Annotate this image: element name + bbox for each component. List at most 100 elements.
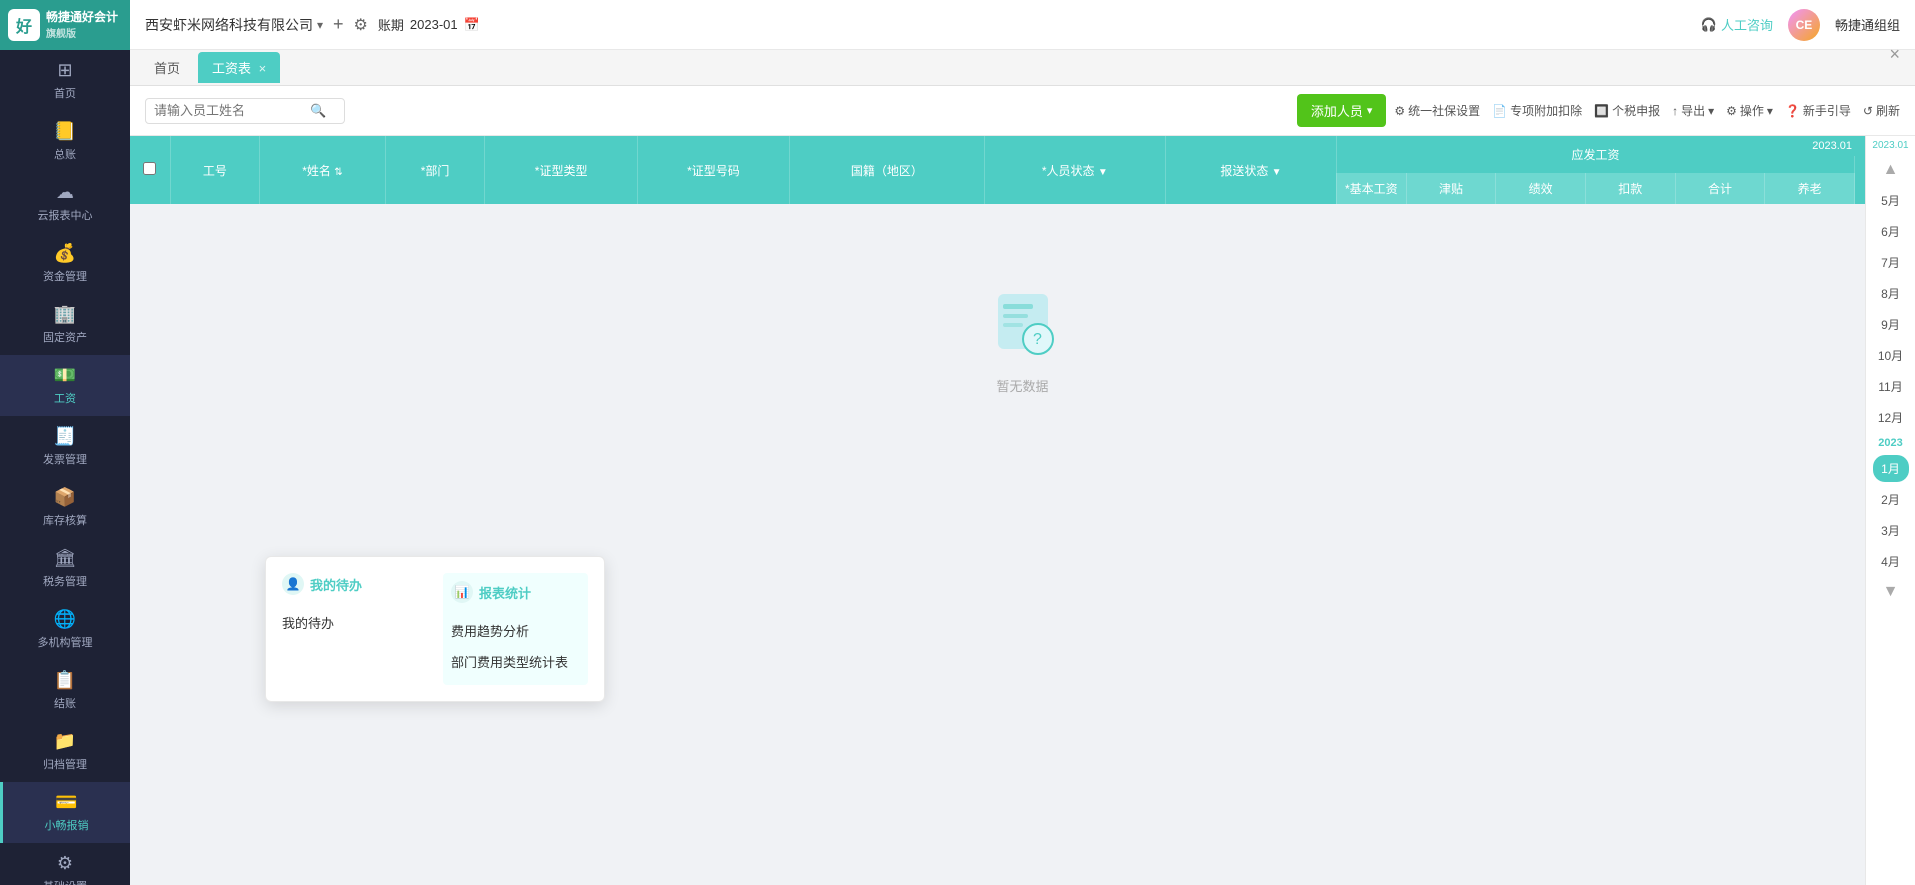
table-header-row: 工号 *姓名 ⇅ *部门 *证型类型 *证型号码 — [130, 136, 1915, 173]
popup-menu-item-cost-trend[interactable]: 费用趋势分析 — [451, 615, 580, 646]
search-input[interactable] — [154, 103, 304, 118]
add-people-dropdown-icon: ▾ — [1367, 104, 1373, 117]
sidebar-item-inventory[interactable]: 📦 库存核算 — [0, 477, 130, 538]
sidebar-item-fixed-assets[interactable]: 🏢 固定资产 — [0, 294, 130, 355]
topbar-add-button[interactable]: + — [333, 14, 344, 35]
topbar-settings-button[interactable]: ⚙ — [354, 15, 368, 35]
col-nationality: 国籍（地区） — [790, 136, 985, 204]
date-month-11[interactable]: 11月 — [1866, 371, 1915, 402]
sidebar-label-closing: 结账 — [54, 695, 76, 711]
todo-icon: 👤 — [282, 573, 304, 595]
action-label-special-deduction: 专项附加扣除 — [1510, 102, 1582, 119]
sidebar-nav: ⊞ 首页 📒 总账 ☁ 云报表中心 💰 资金管理 🏢 固定资产 💵 工资 🧾 发… — [0, 50, 130, 885]
action-new-guide[interactable]: ❓ 新手引导 — [1785, 102, 1851, 119]
sidebar-item-cloud-report[interactable]: ☁ 云报表中心 — [0, 172, 130, 233]
logo-icon: 好 — [8, 9, 40, 41]
popup-menu-grid: 👤 我的待办 我的待办 📊 报表统计 费用趋势分析 部门费用类型统计表 — [282, 573, 588, 685]
sidebar-label-xiaochang: 小畅报销 — [45, 817, 89, 833]
report-filter-icon[interactable]: ▼ — [1272, 167, 1282, 178]
sidebar-item-closing[interactable]: 📋 结账 — [0, 660, 130, 721]
company-selector[interactable]: 西安虾米网络科技有限公司 ▾ — [145, 15, 323, 35]
action-label-individual-tax: 个税申报 — [1612, 102, 1660, 119]
avatar-text: CE — [1796, 18, 1813, 32]
company-name: 西安虾米网络科技有限公司 — [145, 15, 313, 35]
sidebar-label-salary: 工资 — [54, 390, 76, 406]
tabbar: 首页 工资表 × × — [130, 50, 1915, 86]
refresh-icon: ↺ — [1863, 104, 1873, 118]
window-close-button[interactable]: × — [1889, 44, 1900, 65]
invoice-icon: 🧾 — [54, 426, 76, 447]
sidebar-item-multi-org[interactable]: 🌐 多机构管理 — [0, 599, 130, 660]
main-area: 西安虾米网络科技有限公司 ▾ + ⚙ 账期 2023-01 📅 🎧 人工咨询 C… — [130, 0, 1915, 885]
tab-salary[interactable]: 工资表 × — [198, 52, 280, 83]
popup-section-2-title: 📊 报表统计 — [451, 581, 580, 603]
popup-menu-item-todo[interactable]: 我的待办 — [282, 607, 427, 638]
select-all-checkbox[interactable] — [143, 162, 156, 175]
closing-icon: 📋 — [54, 670, 76, 691]
sidebar-item-general-ledger[interactable]: 📒 总账 — [0, 111, 130, 172]
filter-icon[interactable]: ▼ — [1098, 167, 1108, 178]
sidebar-label-multi-org: 多机构管理 — [38, 634, 93, 650]
date-month-7[interactable]: 7月 — [1866, 247, 1915, 278]
action-operation[interactable]: ⚙ 操作 ▾ — [1726, 102, 1773, 119]
add-people-button[interactable]: 添加人员 ▾ — [1297, 94, 1387, 127]
date-month-8[interactable]: 8月 — [1866, 278, 1915, 309]
action-export[interactable]: ↑ 导出 ▾ — [1672, 102, 1714, 119]
date-month-2[interactable]: 2月 — [1866, 484, 1915, 515]
sidebar-label-inventory: 库存核算 — [43, 512, 87, 528]
empty-icon: ? — [983, 284, 1063, 364]
sidebar-label-home: 首页 — [54, 85, 76, 101]
tab-home[interactable]: 首页 — [140, 52, 194, 83]
support-link[interactable]: 🎧 人工咨询 — [1701, 15, 1773, 34]
sidebar-item-tax[interactable]: 🏛 税务管理 — [0, 538, 130, 599]
date-month-10[interactable]: 10月 — [1866, 340, 1915, 371]
topbar: 西安虾米网络科技有限公司 ▾ + ⚙ 账期 2023-01 📅 🎧 人工咨询 C… — [130, 0, 1915, 50]
sidebar-item-salary[interactable]: 💵 工资 — [0, 355, 130, 416]
search-box: 🔍 — [145, 98, 345, 124]
col-should-pay-group: 应发工资 2023.01 — [1336, 136, 1854, 173]
logo-text-container: 畅捷通好会计 旗舰版 — [46, 10, 118, 41]
sidebar-item-invoice[interactable]: 🧾 发票管理 — [0, 416, 130, 477]
date-month-4[interactable]: 4月 — [1866, 546, 1915, 577]
period-col-label: 2023.01 — [1804, 136, 1860, 156]
sidebar-item-xiaochang[interactable]: 💳 小畅报销 — [0, 782, 130, 843]
popup-menu-item-dept-cost[interactable]: 部门费用类型统计表 — [451, 646, 580, 677]
headset-icon: 🎧 — [1701, 17, 1717, 33]
col-personnel-status: *人员状态 ▼ — [984, 136, 1165, 204]
guide-icon: ❓ — [1785, 104, 1800, 118]
action-unified-social[interactable]: ⚙ 统一社保设置 — [1394, 102, 1480, 119]
sidebar-item-basic-settings[interactable]: ⚙ 基础设置 — [0, 843, 130, 885]
topbar-right: 🎧 人工咨询 CE 畅捷通组组 — [1701, 9, 1900, 41]
date-year-2023: 2023 — [1878, 433, 1902, 453]
fund-icon: 💰 — [54, 243, 76, 264]
sidebar-item-fund[interactable]: 💰 资金管理 — [0, 233, 130, 294]
sidebar-label-cloud: 云报表中心 — [38, 207, 93, 223]
tax-report-icon: 🔲 — [1594, 104, 1609, 118]
svg-text:?: ? — [1033, 331, 1042, 348]
date-month-3[interactable]: 3月 — [1866, 515, 1915, 546]
action-label-refresh: 刷新 — [1876, 102, 1900, 119]
tax-icon: 🏛 — [54, 548, 77, 569]
col-report-status: 报送状态 ▼ — [1165, 136, 1336, 204]
action-refresh[interactable]: ↺ 刷新 — [1863, 102, 1900, 119]
action-individual-tax[interactable]: 🔲 个税申报 — [1594, 102, 1660, 119]
popup-section-1: 👤 我的待办 我的待办 — [282, 573, 427, 685]
sidebar-label-invoice: 发票管理 — [43, 451, 87, 467]
sidebar-item-archive[interactable]: 📁 归档管理 — [0, 721, 130, 782]
action-special-deduction[interactable]: 📄 专项附加扣除 — [1492, 102, 1582, 119]
date-month-1-active[interactable]: 1月 — [1873, 455, 1909, 482]
sub-col-deductions: 扣款 — [1585, 173, 1675, 204]
add-people-label: 添加人员 — [1311, 101, 1363, 120]
date-month-9[interactable]: 9月 — [1866, 309, 1915, 340]
date-nav-up-button[interactable]: ▲ — [1866, 155, 1915, 185]
sub-col-allowance: 津贴 — [1406, 173, 1496, 204]
date-month-6[interactable]: 6月 — [1866, 216, 1915, 247]
date-month-5[interactable]: 5月 — [1866, 185, 1915, 216]
date-nav-down-button[interactable]: ▼ — [1866, 577, 1915, 607]
avatar: CE — [1788, 9, 1820, 41]
col-department: *部门 — [385, 136, 485, 204]
tab-close-icon[interactable]: × — [259, 61, 267, 76]
date-month-12[interactable]: 12月 — [1866, 402, 1915, 433]
sidebar-item-home[interactable]: ⊞ 首页 — [0, 50, 130, 111]
empty-state: ? 暂无数据 — [130, 204, 1915, 475]
